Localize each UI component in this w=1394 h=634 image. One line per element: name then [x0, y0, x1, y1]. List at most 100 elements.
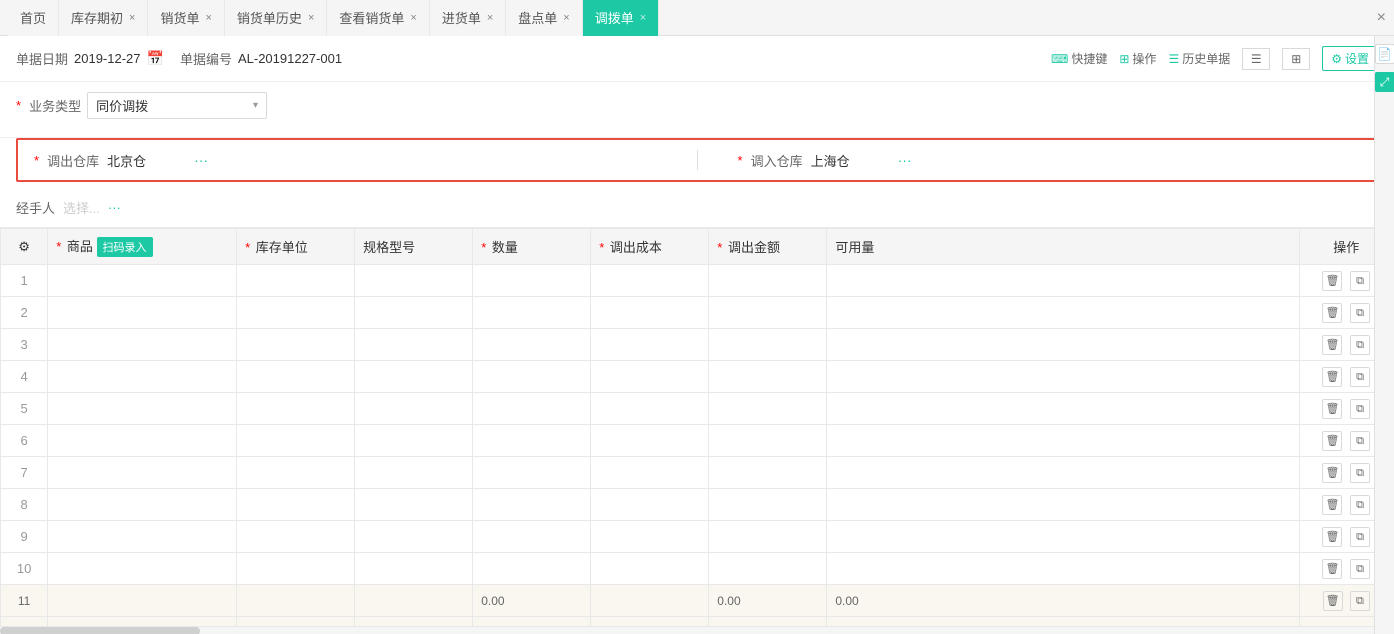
- calendar-icon[interactable]: 📅: [147, 50, 164, 67]
- row-3-delete-icon[interactable]: 🗑: [1322, 335, 1342, 355]
- row-3-amount[interactable]: [709, 329, 827, 361]
- row-2-product[interactable]: [48, 297, 237, 329]
- row-7-quantity[interactable]: [473, 457, 591, 489]
- tab-purchase-order-close[interactable]: ×: [487, 12, 493, 24]
- row-1-unit[interactable]: [237, 265, 355, 297]
- row-5-quantity[interactable]: [473, 393, 591, 425]
- row-10-available[interactable]: [827, 553, 1299, 585]
- tab-transfer[interactable]: 调拨单 ×: [583, 0, 659, 36]
- row-3-copy-icon[interactable]: ⧉: [1350, 335, 1370, 355]
- row-6-quantity[interactable]: [473, 425, 591, 457]
- row-7-spec[interactable]: [355, 457, 473, 489]
- row-4-delete-icon[interactable]: 🗑: [1322, 367, 1342, 387]
- operator-select[interactable]: 选择...: [63, 198, 100, 217]
- row-9-amount[interactable]: [709, 521, 827, 553]
- shortcuts-btn[interactable]: ⌨ 快捷键: [1051, 50, 1107, 67]
- row-6-spec[interactable]: [355, 425, 473, 457]
- row-4-product[interactable]: [48, 361, 237, 393]
- horizontal-scrollbar[interactable]: [0, 626, 1394, 634]
- row-1-product[interactable]: [48, 265, 237, 297]
- tab-home[interactable]: 首页: [8, 0, 59, 36]
- row-4-quantity[interactable]: [473, 361, 591, 393]
- row-7-product[interactable]: [48, 457, 237, 489]
- row-9-spec[interactable]: [355, 521, 473, 553]
- row-5-spec[interactable]: [355, 393, 473, 425]
- row-2-spec[interactable]: [355, 297, 473, 329]
- tab-purchase-order[interactable]: 进货单 ×: [430, 0, 506, 36]
- row-6-product[interactable]: [48, 425, 237, 457]
- row-6-amount[interactable]: [709, 425, 827, 457]
- row-2-cost[interactable]: [591, 297, 709, 329]
- row-8-quantity[interactable]: [473, 489, 591, 521]
- row-5-delete-icon[interactable]: 🗑: [1322, 399, 1342, 419]
- row-10-quantity[interactable]: [473, 553, 591, 585]
- subtotal-delete-icon[interactable]: 🗑: [1323, 591, 1343, 611]
- row-10-copy-icon[interactable]: ⧉: [1350, 559, 1370, 579]
- tab-stocktake-close[interactable]: ×: [563, 12, 569, 24]
- row-5-available[interactable]: [827, 393, 1299, 425]
- row-9-quantity[interactable]: [473, 521, 591, 553]
- warehouse-in-more-btn[interactable]: ···: [898, 152, 912, 168]
- row-4-spec[interactable]: [355, 361, 473, 393]
- row-4-amount[interactable]: [709, 361, 827, 393]
- tab-view-sales-close[interactable]: ×: [410, 12, 416, 24]
- row-5-product[interactable]: [48, 393, 237, 425]
- row-7-available[interactable]: [827, 457, 1299, 489]
- row-2-unit[interactable]: [237, 297, 355, 329]
- view-toggle-grid[interactable]: ⊞: [1282, 48, 1310, 70]
- tab-sales-history-close[interactable]: ×: [308, 12, 314, 24]
- subtotal-product[interactable]: [48, 585, 237, 617]
- row-4-copy-icon[interactable]: ⧉: [1350, 367, 1370, 387]
- row-5-amount[interactable]: [709, 393, 827, 425]
- history-btn[interactable]: ☰ 历史单据: [1168, 50, 1230, 67]
- tab-inventory-init[interactable]: 库存期初 ×: [59, 0, 148, 36]
- row-10-amount[interactable]: [709, 553, 827, 585]
- subtotal-copy-icon[interactable]: ⧉: [1350, 591, 1370, 611]
- row-10-unit[interactable]: [237, 553, 355, 585]
- row-7-amount[interactable]: [709, 457, 827, 489]
- row-1-copy-icon[interactable]: ⧉: [1350, 271, 1370, 291]
- row-10-product[interactable]: [48, 553, 237, 585]
- gear-icon[interactable]: ⚙: [18, 239, 30, 254]
- settings-button[interactable]: ⚙ 设置: [1322, 46, 1378, 71]
- row-8-product[interactable]: [48, 489, 237, 521]
- row-9-unit[interactable]: [237, 521, 355, 553]
- row-8-amount[interactable]: [709, 489, 827, 521]
- scan-btn[interactable]: 扫码录入: [97, 237, 153, 257]
- row-2-amount[interactable]: [709, 297, 827, 329]
- row-1-spec[interactable]: [355, 265, 473, 297]
- row-9-available[interactable]: [827, 521, 1299, 553]
- tab-sales-order[interactable]: 销货单 ×: [148, 0, 224, 36]
- row-6-delete-icon[interactable]: 🗑: [1322, 431, 1342, 451]
- scroll-thumb[interactable]: [0, 627, 200, 634]
- row-2-available[interactable]: [827, 297, 1299, 329]
- row-8-spec[interactable]: [355, 489, 473, 521]
- row-8-unit[interactable]: [237, 489, 355, 521]
- tab-bar-close-all[interactable]: ×: [1377, 9, 1386, 27]
- tab-view-sales[interactable]: 查看销货单 ×: [327, 0, 429, 36]
- row-3-quantity[interactable]: [473, 329, 591, 361]
- row-4-available[interactable]: [827, 361, 1299, 393]
- row-8-copy-icon[interactable]: ⧉: [1350, 495, 1370, 515]
- operations-btn[interactable]: ⊞ 操作: [1119, 50, 1156, 67]
- row-5-cost[interactable]: [591, 393, 709, 425]
- row-6-unit[interactable]: [237, 425, 355, 457]
- row-1-available[interactable]: [827, 265, 1299, 297]
- row-2-quantity[interactable]: [473, 297, 591, 329]
- business-type-dropdown[interactable]: 同价调拨 ▾: [87, 92, 267, 119]
- row-7-copy-icon[interactable]: ⧉: [1350, 463, 1370, 483]
- row-10-spec[interactable]: [355, 553, 473, 585]
- row-1-quantity[interactable]: [473, 265, 591, 297]
- tab-stocktake[interactable]: 盘点单 ×: [506, 0, 582, 36]
- row-7-delete-icon[interactable]: 🗑: [1322, 463, 1342, 483]
- row-2-copy-icon[interactable]: ⧉: [1350, 303, 1370, 323]
- row-9-delete-icon[interactable]: 🗑: [1322, 527, 1342, 547]
- row-1-cost[interactable]: [591, 265, 709, 297]
- row-7-unit[interactable]: [237, 457, 355, 489]
- operator-more-btn[interactable]: ···: [108, 200, 121, 215]
- tab-inventory-init-close[interactable]: ×: [129, 12, 135, 24]
- sidebar-doc-icon[interactable]: 📄: [1375, 44, 1394, 64]
- row-2-delete-icon[interactable]: 🗑: [1322, 303, 1342, 323]
- row-9-copy-icon[interactable]: ⧉: [1350, 527, 1370, 547]
- row-8-delete-icon[interactable]: 🗑: [1322, 495, 1342, 515]
